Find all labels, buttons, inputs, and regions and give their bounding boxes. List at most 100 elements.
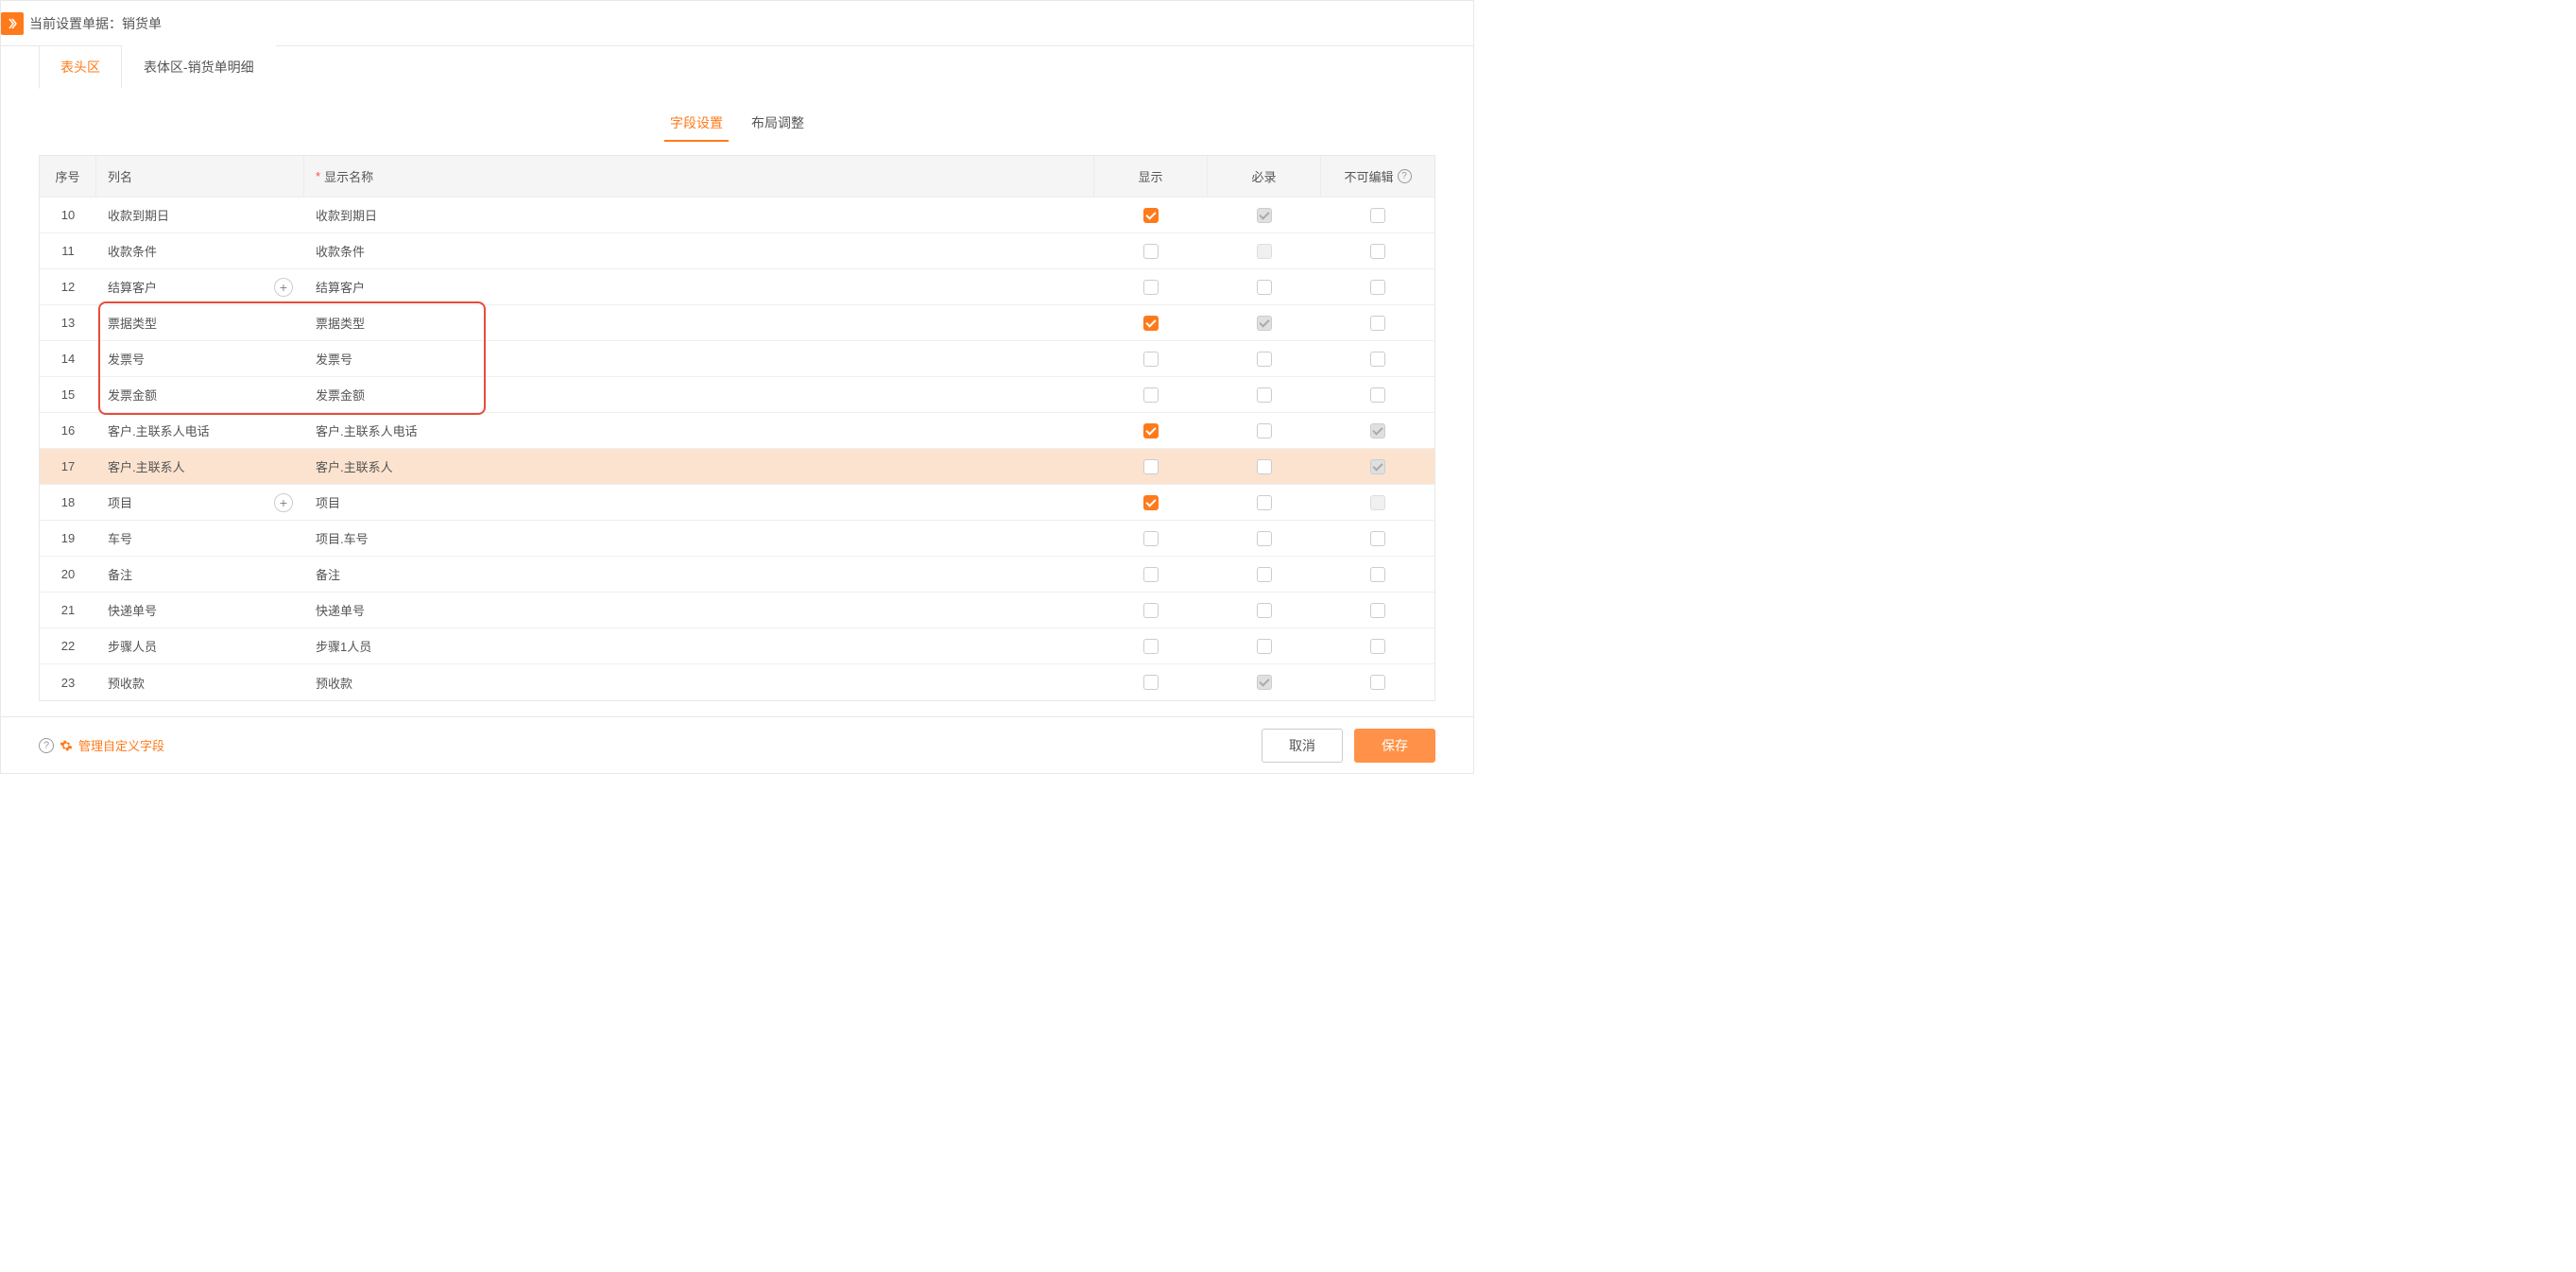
cell-name: 发票号: [96, 350, 304, 368]
cell-show: [1094, 387, 1208, 403]
checkbox-required[interactable]: [1257, 352, 1272, 367]
checkbox-required: [1257, 208, 1272, 223]
checkbox-readonly[interactable]: [1370, 567, 1385, 582]
col-show: 显示: [1094, 156, 1208, 197]
table-row[interactable]: 18项目+项目: [40, 485, 1434, 521]
checkbox-readonly[interactable]: [1370, 316, 1385, 331]
cell-seq: 13: [40, 316, 96, 330]
required-asterisk: *: [316, 169, 320, 183]
cell-show: [1094, 531, 1208, 546]
expand-toggle[interactable]: [1, 12, 24, 35]
cell-show: [1094, 495, 1208, 510]
checkbox-readonly[interactable]: [1370, 531, 1385, 546]
cell-show: [1094, 423, 1208, 438]
checkbox-show[interactable]: [1143, 280, 1159, 295]
table-row[interactable]: 21快递单号快递单号: [40, 593, 1434, 628]
checkbox-required[interactable]: [1257, 639, 1272, 654]
checkbox-show[interactable]: [1143, 567, 1159, 582]
cell-name: 步骤人员: [96, 637, 304, 655]
checkbox-show[interactable]: [1143, 316, 1159, 331]
cell-display[interactable]: 客户.主联系人电话: [304, 421, 1094, 439]
cell-readonly: [1321, 244, 1434, 259]
checkbox-required[interactable]: [1257, 387, 1272, 403]
checkbox-show[interactable]: [1143, 495, 1159, 510]
table-row[interactable]: 20备注备注: [40, 557, 1434, 593]
checkbox-required: [1257, 244, 1272, 259]
header: 当前设置单据：销货单: [1, 1, 1473, 46]
checkbox-required[interactable]: [1257, 423, 1272, 438]
cell-display[interactable]: 发票金额: [304, 386, 1094, 404]
checkbox-show[interactable]: [1143, 639, 1159, 654]
table-row[interactable]: 11收款条件收款条件: [40, 233, 1434, 269]
checkbox-readonly[interactable]: [1370, 387, 1385, 403]
app-container: 当前设置单据：销货单 表头区表体区-销货单明细 字段设置布局调整 序号 列名 *…: [0, 0, 1474, 774]
help-icon[interactable]: ?: [1398, 169, 1412, 183]
tab-0[interactable]: 表头区: [39, 45, 122, 89]
cell-display[interactable]: 快递单号: [304, 601, 1094, 619]
cell-seq: 18: [40, 495, 96, 509]
checkbox-show[interactable]: [1143, 387, 1159, 403]
checkbox-required[interactable]: [1257, 531, 1272, 546]
cell-display[interactable]: 结算客户: [304, 278, 1094, 296]
checkbox-show[interactable]: [1143, 459, 1159, 474]
plus-icon[interactable]: +: [274, 278, 293, 297]
plus-icon[interactable]: +: [274, 493, 293, 512]
footer: ? 管理自定义字段 取消 保存: [1, 716, 1473, 773]
table-row[interactable]: 19车号项目.车号: [40, 521, 1434, 557]
table-row[interactable]: 23预收款预收款: [40, 664, 1434, 700]
table-row[interactable]: 17客户.主联系人客户.主联系人: [40, 449, 1434, 485]
table-row[interactable]: 13票据类型票据类型: [40, 305, 1434, 341]
cell-display[interactable]: 客户.主联系人: [304, 457, 1094, 475]
table-row[interactable]: 22步骤人员步骤1人员: [40, 628, 1434, 664]
cell-display[interactable]: 项目.车号: [304, 529, 1094, 547]
cell-display[interactable]: 步骤1人员: [304, 637, 1094, 655]
checkbox-readonly[interactable]: [1370, 603, 1385, 618]
checkbox-readonly[interactable]: [1370, 208, 1385, 223]
checkbox-required[interactable]: [1257, 603, 1272, 618]
table-row[interactable]: 15发票金额发票金额: [40, 377, 1434, 413]
save-button[interactable]: 保存: [1354, 729, 1435, 763]
checkbox-show[interactable]: [1143, 531, 1159, 546]
cell-display[interactable]: 发票号: [304, 350, 1094, 368]
cell-seq: 11: [40, 244, 96, 258]
checkbox-show[interactable]: [1143, 244, 1159, 259]
subtab-1[interactable]: 布局调整: [746, 106, 810, 142]
checkbox-required[interactable]: [1257, 495, 1272, 510]
checkbox-required[interactable]: [1257, 567, 1272, 582]
checkbox-show[interactable]: [1143, 423, 1159, 438]
checkbox-show[interactable]: [1143, 675, 1159, 690]
checkbox-show[interactable]: [1143, 208, 1159, 223]
checkbox-required[interactable]: [1257, 459, 1272, 474]
cell-display[interactable]: 项目: [304, 493, 1094, 511]
cell-show: [1094, 352, 1208, 367]
checkbox-required[interactable]: [1257, 280, 1272, 295]
checkbox-readonly[interactable]: [1370, 675, 1385, 690]
table-row[interactable]: 14发票号发票号: [40, 341, 1434, 377]
cell-display[interactable]: 收款条件: [304, 242, 1094, 260]
checkbox-readonly[interactable]: [1370, 280, 1385, 295]
tab-1[interactable]: 表体区-销货单明细: [122, 45, 276, 89]
cell-display[interactable]: 预收款: [304, 674, 1094, 692]
table-row[interactable]: 16客户.主联系人电话客户.主联系人电话: [40, 413, 1434, 449]
checkbox-show[interactable]: [1143, 352, 1159, 367]
question-icon[interactable]: ?: [39, 738, 54, 753]
table-row[interactable]: 10收款到期日收款到期日: [40, 198, 1434, 233]
checkbox-readonly[interactable]: [1370, 244, 1385, 259]
cell-seq: 23: [40, 676, 96, 690]
checkbox-readonly[interactable]: [1370, 639, 1385, 654]
gear-icon: [60, 739, 73, 752]
subtab-0[interactable]: 字段设置: [664, 106, 729, 142]
cell-required: [1208, 316, 1321, 331]
checkbox-readonly[interactable]: [1370, 352, 1385, 367]
cell-display[interactable]: 备注: [304, 565, 1094, 583]
cell-required: [1208, 675, 1321, 690]
checkbox-show[interactable]: [1143, 603, 1159, 618]
manage-custom-fields-link[interactable]: 管理自定义字段: [78, 736, 164, 754]
col-required: 必录: [1208, 156, 1321, 197]
cell-show: [1094, 208, 1208, 223]
cell-display[interactable]: 收款到期日: [304, 206, 1094, 224]
cell-display[interactable]: 票据类型: [304, 314, 1094, 332]
cell-name: 结算客户+: [96, 278, 304, 296]
cancel-button[interactable]: 取消: [1262, 729, 1343, 763]
table-row[interactable]: 12结算客户+结算客户: [40, 269, 1434, 305]
